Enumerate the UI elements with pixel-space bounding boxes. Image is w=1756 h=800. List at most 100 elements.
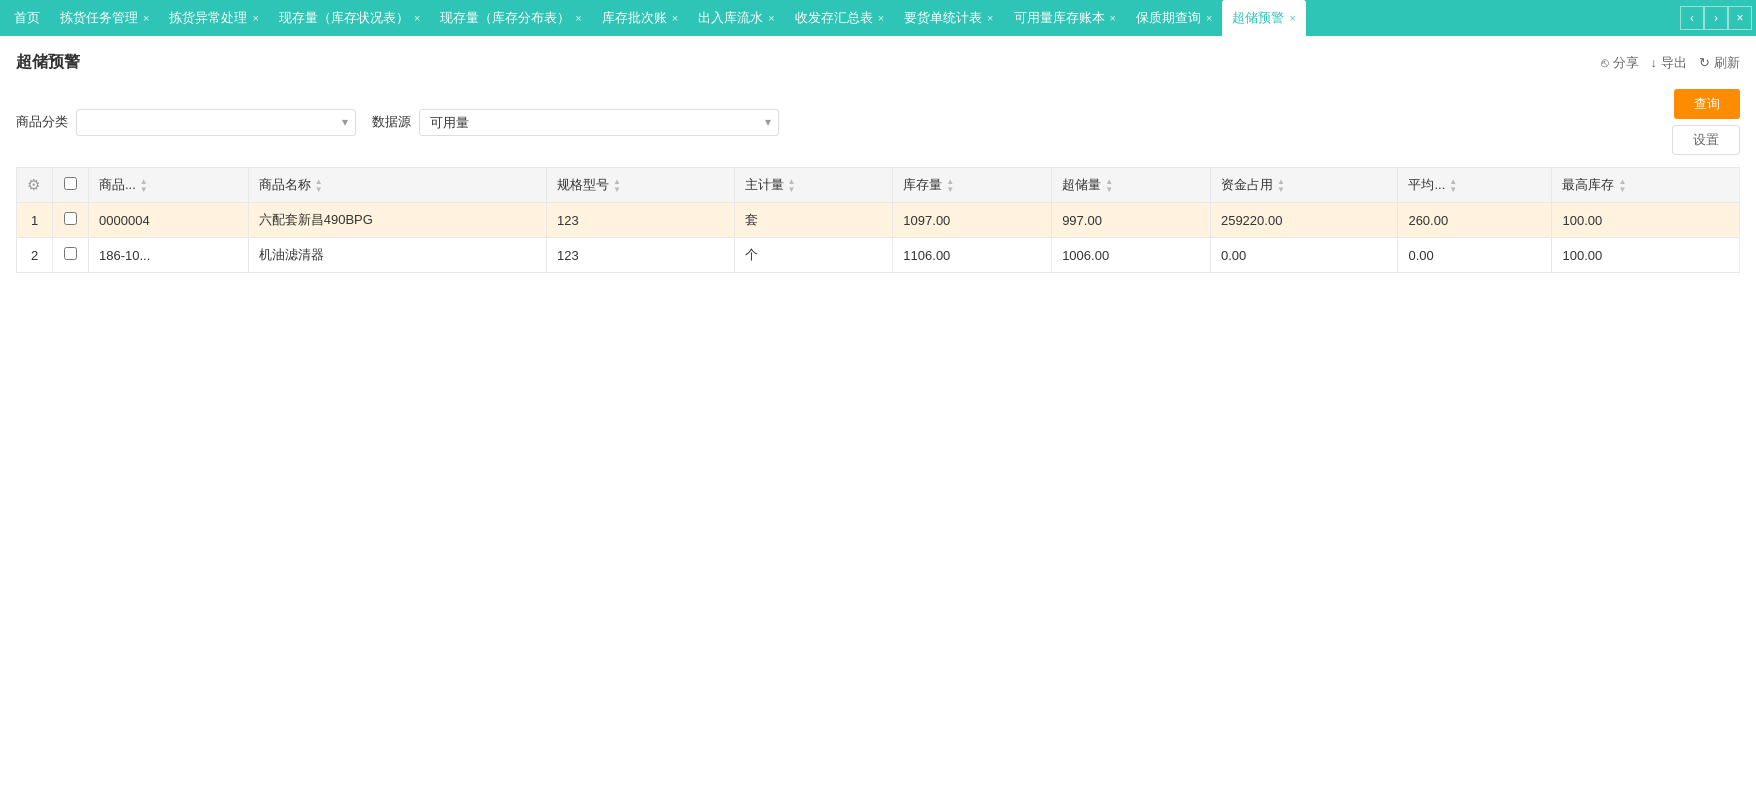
settings-button[interactable]: 设置	[1672, 125, 1740, 155]
topbar-item[interactable]: 拣货任务管理×	[50, 0, 159, 36]
cell-spec: 123	[547, 203, 734, 238]
col-header-capital[interactable]: 资金占用▲▼	[1210, 168, 1397, 203]
col-header-unit[interactable]: 主计量▲▼	[734, 168, 893, 203]
close-tab-icon[interactable]: ×	[252, 12, 258, 24]
sort-icon[interactable]: ▲▼	[613, 178, 621, 194]
table-row: 2186-10...机油滤清器123个1106.001006.000.000.0…	[17, 238, 1740, 273]
close-tab-icon[interactable]: ×	[414, 12, 420, 24]
cell-overstock: 1006.00	[1052, 238, 1211, 273]
row-number: 1	[17, 203, 53, 238]
topbar-item[interactable]: 出入库流水×	[688, 0, 784, 36]
topbar-item[interactable]: 保质期查询×	[1126, 0, 1222, 36]
share-button[interactable]: ⎋ 分享	[1601, 54, 1639, 72]
datasource-select-wrapper: 可用量 库存量	[419, 109, 779, 136]
close-tab-icon[interactable]: ×	[575, 12, 581, 24]
filter-row: 商品分类 数据源 可用量 库存量 查询 设置	[16, 89, 1740, 155]
cell-unit: 个	[734, 238, 893, 273]
export-button[interactable]: ↓ 导出	[1651, 54, 1688, 72]
page-content: 超储预警 ⎋ 分享 ↓ 导出 ↻ 刷新 商品分类	[0, 36, 1756, 800]
topbar-item[interactable]: 拣货异常处理×	[159, 0, 268, 36]
topbar-item[interactable]: 收发存汇总表×	[785, 0, 894, 36]
cell-capital: 259220.00	[1210, 203, 1397, 238]
datasource-label: 数据源	[372, 113, 411, 131]
sort-icon[interactable]: ▲▼	[788, 178, 796, 194]
col-header-stock[interactable]: 库存量▲▼	[893, 168, 1052, 203]
sort-icon[interactable]: ▲▼	[946, 178, 954, 194]
cell-avg: 0.00	[1398, 238, 1552, 273]
topbar-item[interactable]: 现存量（库存分布表）×	[430, 0, 591, 36]
topbar-item[interactable]: 可用量库存账本×	[1004, 0, 1126, 36]
filter-buttons: 查询 设置	[1672, 89, 1740, 155]
category-label: 商品分类	[16, 113, 68, 131]
topbar-item[interactable]: 现存量（库存状况表）×	[269, 0, 430, 36]
sort-icon[interactable]: ▲▼	[140, 178, 148, 194]
nav-next-button[interactable]: ›	[1704, 6, 1728, 30]
close-tab-icon[interactable]: ×	[672, 12, 678, 24]
export-label: 导出	[1661, 54, 1687, 72]
page-title: 超储预警	[16, 52, 80, 73]
refresh-icon: ↻	[1699, 55, 1710, 70]
sort-icon[interactable]: ▲▼	[1105, 178, 1113, 194]
nav-close-button[interactable]: ×	[1728, 6, 1752, 30]
category-filter: 商品分类	[16, 109, 356, 136]
close-tab-icon[interactable]: ×	[768, 12, 774, 24]
col-header-avg[interactable]: 平均...▲▼	[1398, 168, 1552, 203]
sort-icon[interactable]: ▲▼	[1449, 178, 1457, 194]
col-header-maxstock[interactable]: 最高库存▲▼	[1552, 168, 1740, 203]
page-header: 超储预警 ⎋ 分享 ↓ 导出 ↻ 刷新	[16, 52, 1740, 73]
sort-icon[interactable]: ▲▼	[1277, 178, 1285, 194]
cell-code: 186-10...	[89, 238, 249, 273]
topbar-item[interactable]: 库存批次账×	[592, 0, 688, 36]
topbar-item[interactable]: 首页	[4, 0, 50, 36]
datasource-filter: 数据源 可用量 库存量	[372, 109, 779, 136]
cell-name: 六配套新昌490BPG	[248, 203, 546, 238]
close-tab-icon[interactable]: ×	[143, 12, 149, 24]
row-number: 2	[17, 238, 53, 273]
close-tab-icon[interactable]: ×	[1289, 12, 1295, 24]
col-header-spec[interactable]: 规格型号▲▼	[547, 168, 734, 203]
category-select-wrapper	[76, 109, 356, 136]
col-header-checkbox	[53, 168, 89, 203]
sort-icon[interactable]: ▲▼	[1618, 178, 1626, 194]
cell-spec: 123	[547, 238, 734, 273]
nav-prev-button[interactable]: ‹	[1680, 6, 1704, 30]
cell-name: 机油滤清器	[248, 238, 546, 273]
export-icon: ↓	[1651, 55, 1658, 70]
topbar-item[interactable]: 要货单统计表×	[894, 0, 1003, 36]
col-header-name[interactable]: 商品名称▲▼	[248, 168, 546, 203]
query-button[interactable]: 查询	[1674, 89, 1740, 119]
cell-maxstock: 100.00	[1552, 238, 1740, 273]
sort-icon[interactable]: ▲▼	[315, 178, 323, 194]
cell-stock: 1106.00	[893, 238, 1052, 273]
cell-overstock: 997.00	[1052, 203, 1211, 238]
category-select[interactable]	[76, 109, 356, 136]
row-checkbox[interactable]	[64, 212, 77, 225]
col-header-overstock[interactable]: 超储量▲▼	[1052, 168, 1211, 203]
datasource-select[interactable]: 可用量 库存量	[419, 109, 779, 136]
col-header-code[interactable]: 商品...▲▼	[89, 168, 249, 203]
refresh-label: 刷新	[1714, 54, 1740, 72]
cell-maxstock: 100.00	[1552, 203, 1740, 238]
cell-unit: 套	[734, 203, 893, 238]
row-checkbox-cell[interactable]	[53, 238, 89, 273]
row-checkbox[interactable]	[64, 247, 77, 260]
close-tab-icon[interactable]: ×	[878, 12, 884, 24]
cell-stock: 1097.00	[893, 203, 1052, 238]
row-checkbox-cell[interactable]	[53, 203, 89, 238]
close-tab-icon[interactable]: ×	[1110, 12, 1116, 24]
share-label: 分享	[1613, 54, 1639, 72]
share-icon: ⎋	[1601, 55, 1609, 70]
col-header-gear: ⚙	[17, 168, 53, 203]
close-tab-icon[interactable]: ×	[1206, 12, 1212, 24]
table-header: ⚙ 商品...▲▼商品名称▲▼规格型号▲▼主计量▲▼库存量▲▼超储量▲▼资金占用▲…	[17, 168, 1740, 203]
cell-avg: 260.00	[1398, 203, 1552, 238]
refresh-button[interactable]: ↻ 刷新	[1699, 54, 1740, 72]
gear-icon[interactable]: ⚙	[27, 176, 40, 193]
table-body: 10000004六配套新昌490BPG123套1097.00997.002592…	[17, 203, 1740, 273]
close-tab-icon[interactable]: ×	[987, 12, 993, 24]
header-actions: ⎋ 分享 ↓ 导出 ↻ 刷新	[1601, 54, 1741, 72]
select-all-checkbox[interactable]	[64, 177, 77, 190]
data-table: ⚙ 商品...▲▼商品名称▲▼规格型号▲▼主计量▲▼库存量▲▼超储量▲▼资金占用▲…	[16, 167, 1740, 273]
topbar-item[interactable]: 超储预警×	[1222, 0, 1305, 36]
cell-capital: 0.00	[1210, 238, 1397, 273]
